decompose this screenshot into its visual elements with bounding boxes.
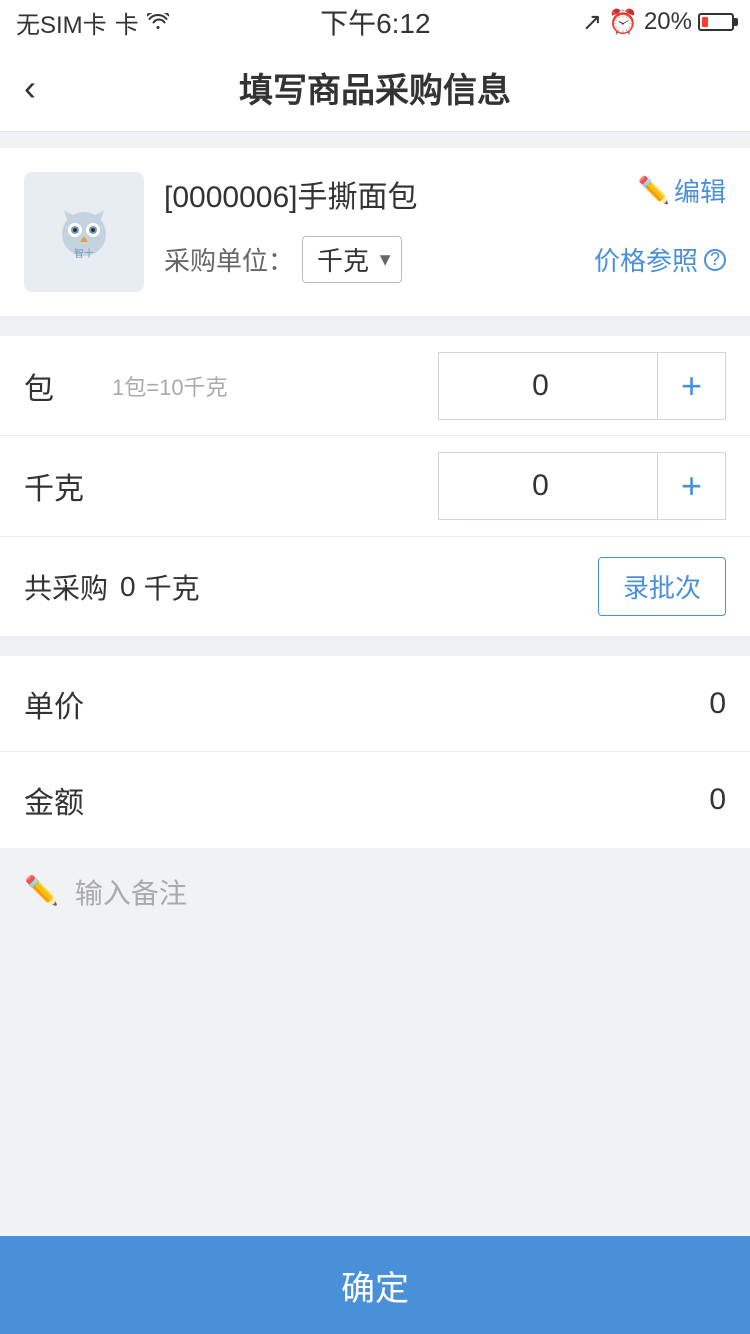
amount-row: 金额 0 — [0, 752, 750, 848]
unit-select[interactable]: 千克 — [302, 236, 402, 283]
product-unit-row: 采购单位： 千克 价格参照 ? — [164, 236, 726, 283]
notes-placeholder[interactable]: 输入备注 — [75, 872, 187, 912]
divider-band-1 — [0, 316, 750, 336]
edit-icon: ✏️ — [638, 175, 670, 206]
status-bar: 无SIM卡 卡 下午6:12 ↗ ⏰ 20% — [0, 0, 750, 44]
price-ref-button[interactable]: 价格参照 ? — [594, 241, 726, 278]
amount-label: 金额 — [24, 778, 84, 822]
alarm-icon: ⏰ — [608, 8, 638, 37]
wifi-icon — [147, 8, 169, 36]
kg-label: 千克 — [24, 464, 104, 508]
confirm-button[interactable]: 确定 — [0, 1236, 750, 1334]
edit-button[interactable]: ✏️ 编辑 — [638, 172, 726, 209]
kg-plus-button[interactable]: + — [658, 452, 726, 520]
summary-row: 共采购 0 千克 录批次 — [0, 536, 750, 636]
product-title: 手撕面包 — [297, 181, 417, 214]
content-area — [0, 936, 750, 1136]
bao-sublabel: 1包=10千克 — [112, 370, 228, 402]
svg-text:智十: 智十 — [74, 247, 94, 260]
unit-price-row: 单价 0 — [0, 656, 750, 752]
status-left: 无SIM卡 卡 — [16, 5, 169, 40]
unit-select-wrap[interactable]: 千克 — [302, 236, 402, 283]
battery-percent: 20% — [644, 8, 692, 36]
battery-fill — [702, 17, 708, 27]
unit-price-label: 单价 — [24, 682, 84, 726]
product-image: 智十 — [24, 172, 144, 292]
pencil-icon: ✏️ — [24, 874, 59, 907]
unit-label: 采购单位： — [164, 241, 294, 278]
bao-label: 包 — [24, 364, 104, 408]
summary-value: 0 — [120, 571, 136, 603]
product-card: 智十 [0000006]手撕面包 ✏️ 编辑 采购单位： 千克 价格参照 ? — [0, 148, 750, 316]
kg-row: 千克 + — [0, 436, 750, 536]
page-title: 填写商品采购信息 — [239, 63, 511, 112]
product-name: [0000006]手撕面包 — [164, 172, 417, 216]
product-logo: 智十 — [54, 202, 114, 262]
status-right: ↗ ⏰ 20% — [582, 8, 734, 37]
pricing-section: 单价 0 金额 0 — [0, 656, 750, 848]
bao-plus-button[interactable]: + — [658, 352, 726, 420]
kg-input-wrap: + — [438, 452, 726, 520]
battery-icon — [698, 13, 734, 31]
back-button[interactable]: ‹ — [24, 67, 36, 109]
product-info: [0000006]手撕面包 ✏️ 编辑 采购单位： 千克 价格参照 ? — [164, 172, 726, 283]
summary-label: 共采购 — [24, 567, 108, 607]
notes-section[interactable]: ✏️ 输入备注 — [0, 848, 750, 936]
carrier-label: 无SIM卡 — [16, 5, 107, 40]
bao-input-wrap: + — [438, 352, 726, 420]
info-icon: ? — [704, 249, 726, 271]
product-id: [0000006] — [164, 181, 297, 214]
divider-band-2 — [0, 636, 750, 656]
kg-input[interactable] — [438, 452, 658, 520]
nav-bar: ‹ 填写商品采购信息 — [0, 44, 750, 132]
bao-row: 包 1包=10千克 + — [0, 336, 750, 436]
sim-label: 卡 — [115, 5, 139, 40]
status-time: 下午6:12 — [320, 2, 431, 42]
location-icon: ↗ — [582, 8, 602, 37]
bottom-spacer — [0, 1136, 750, 1234]
summary-unit: 千克 — [144, 567, 200, 607]
input-section: 包 1包=10千克 + 千克 + — [0, 336, 750, 536]
price-ref-label: 价格参照 — [594, 241, 698, 278]
amount-value: 0 — [709, 783, 726, 817]
unit-price-value: 0 — [709, 687, 726, 721]
product-name-row: [0000006]手撕面包 ✏️ 编辑 — [164, 172, 726, 216]
record-batch-button[interactable]: 录批次 — [598, 557, 726, 616]
edit-label: 编辑 — [674, 172, 726, 209]
bao-input[interactable] — [438, 352, 658, 420]
